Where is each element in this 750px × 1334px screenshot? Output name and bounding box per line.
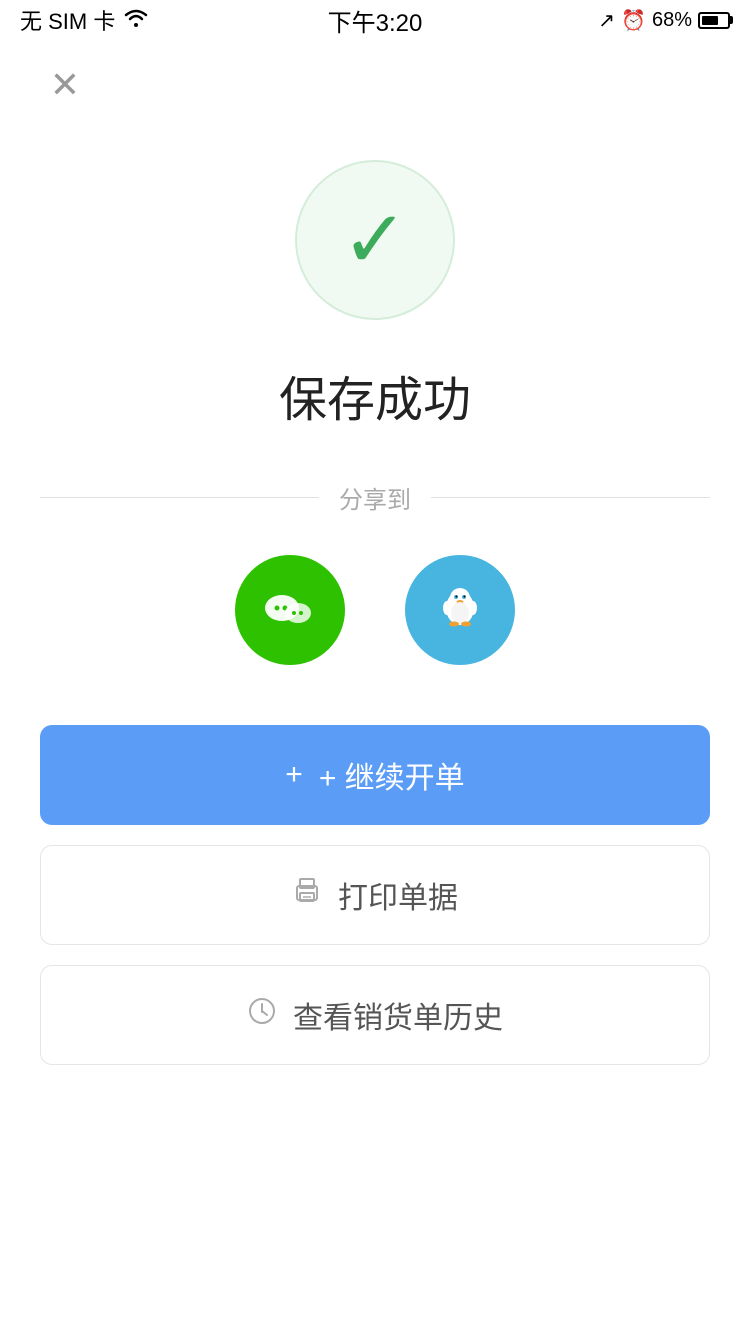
location-icon: ↗ <box>598 8 615 33</box>
alarm-icon: ⏰ <box>621 8 646 33</box>
divider-left <box>40 497 319 498</box>
plus-icon: + <box>285 758 303 792</box>
share-icons-row <box>40 555 710 665</box>
close-icon: ✕ <box>50 67 80 103</box>
printer-icon <box>292 876 322 914</box>
battery-icon <box>698 12 730 29</box>
action-buttons: + + 继续开单 打印单据 <box>40 725 710 1065</box>
sim-status: 无 SIM 卡 <box>20 4 115 36</box>
checkmark-icon: ✓ <box>341 200 408 280</box>
share-label: 分享到 <box>339 480 411 515</box>
wechat-icon <box>260 580 320 640</box>
print-label: 打印单据 <box>338 873 458 917</box>
print-button[interactable]: 打印单据 <box>40 845 710 945</box>
history-button[interactable]: 查看销货单历史 <box>40 965 710 1065</box>
battery-percent: 68% <box>652 9 692 32</box>
clock-icon <box>247 996 277 1034</box>
history-label: 查看销货单历史 <box>293 993 503 1037</box>
status-left: 无 SIM 卡 <box>20 4 149 36</box>
status-right: ↗ ⏰ 68% <box>598 8 730 33</box>
close-button-area: ✕ <box>0 40 750 120</box>
status-time: 下午3:20 <box>328 3 423 38</box>
divider-right <box>431 497 710 498</box>
continue-order-label: + 继续开单 <box>319 753 465 797</box>
wechat-share-button[interactable] <box>235 555 345 665</box>
qq-share-button[interactable] <box>405 555 515 665</box>
qq-icon <box>430 580 490 640</box>
continue-order-button[interactable]: + + 继续开单 <box>40 725 710 825</box>
share-divider: 分享到 <box>40 480 710 515</box>
status-bar: 无 SIM 卡 下午3:20 ↗ ⏰ 68% <box>0 0 750 40</box>
success-title: 保存成功 <box>279 360 471 430</box>
close-button[interactable]: ✕ <box>40 60 90 110</box>
main-content: ✓ 保存成功 分享到 <box>0 120 750 1334</box>
wifi-icon <box>123 7 149 33</box>
success-circle: ✓ <box>295 160 455 320</box>
